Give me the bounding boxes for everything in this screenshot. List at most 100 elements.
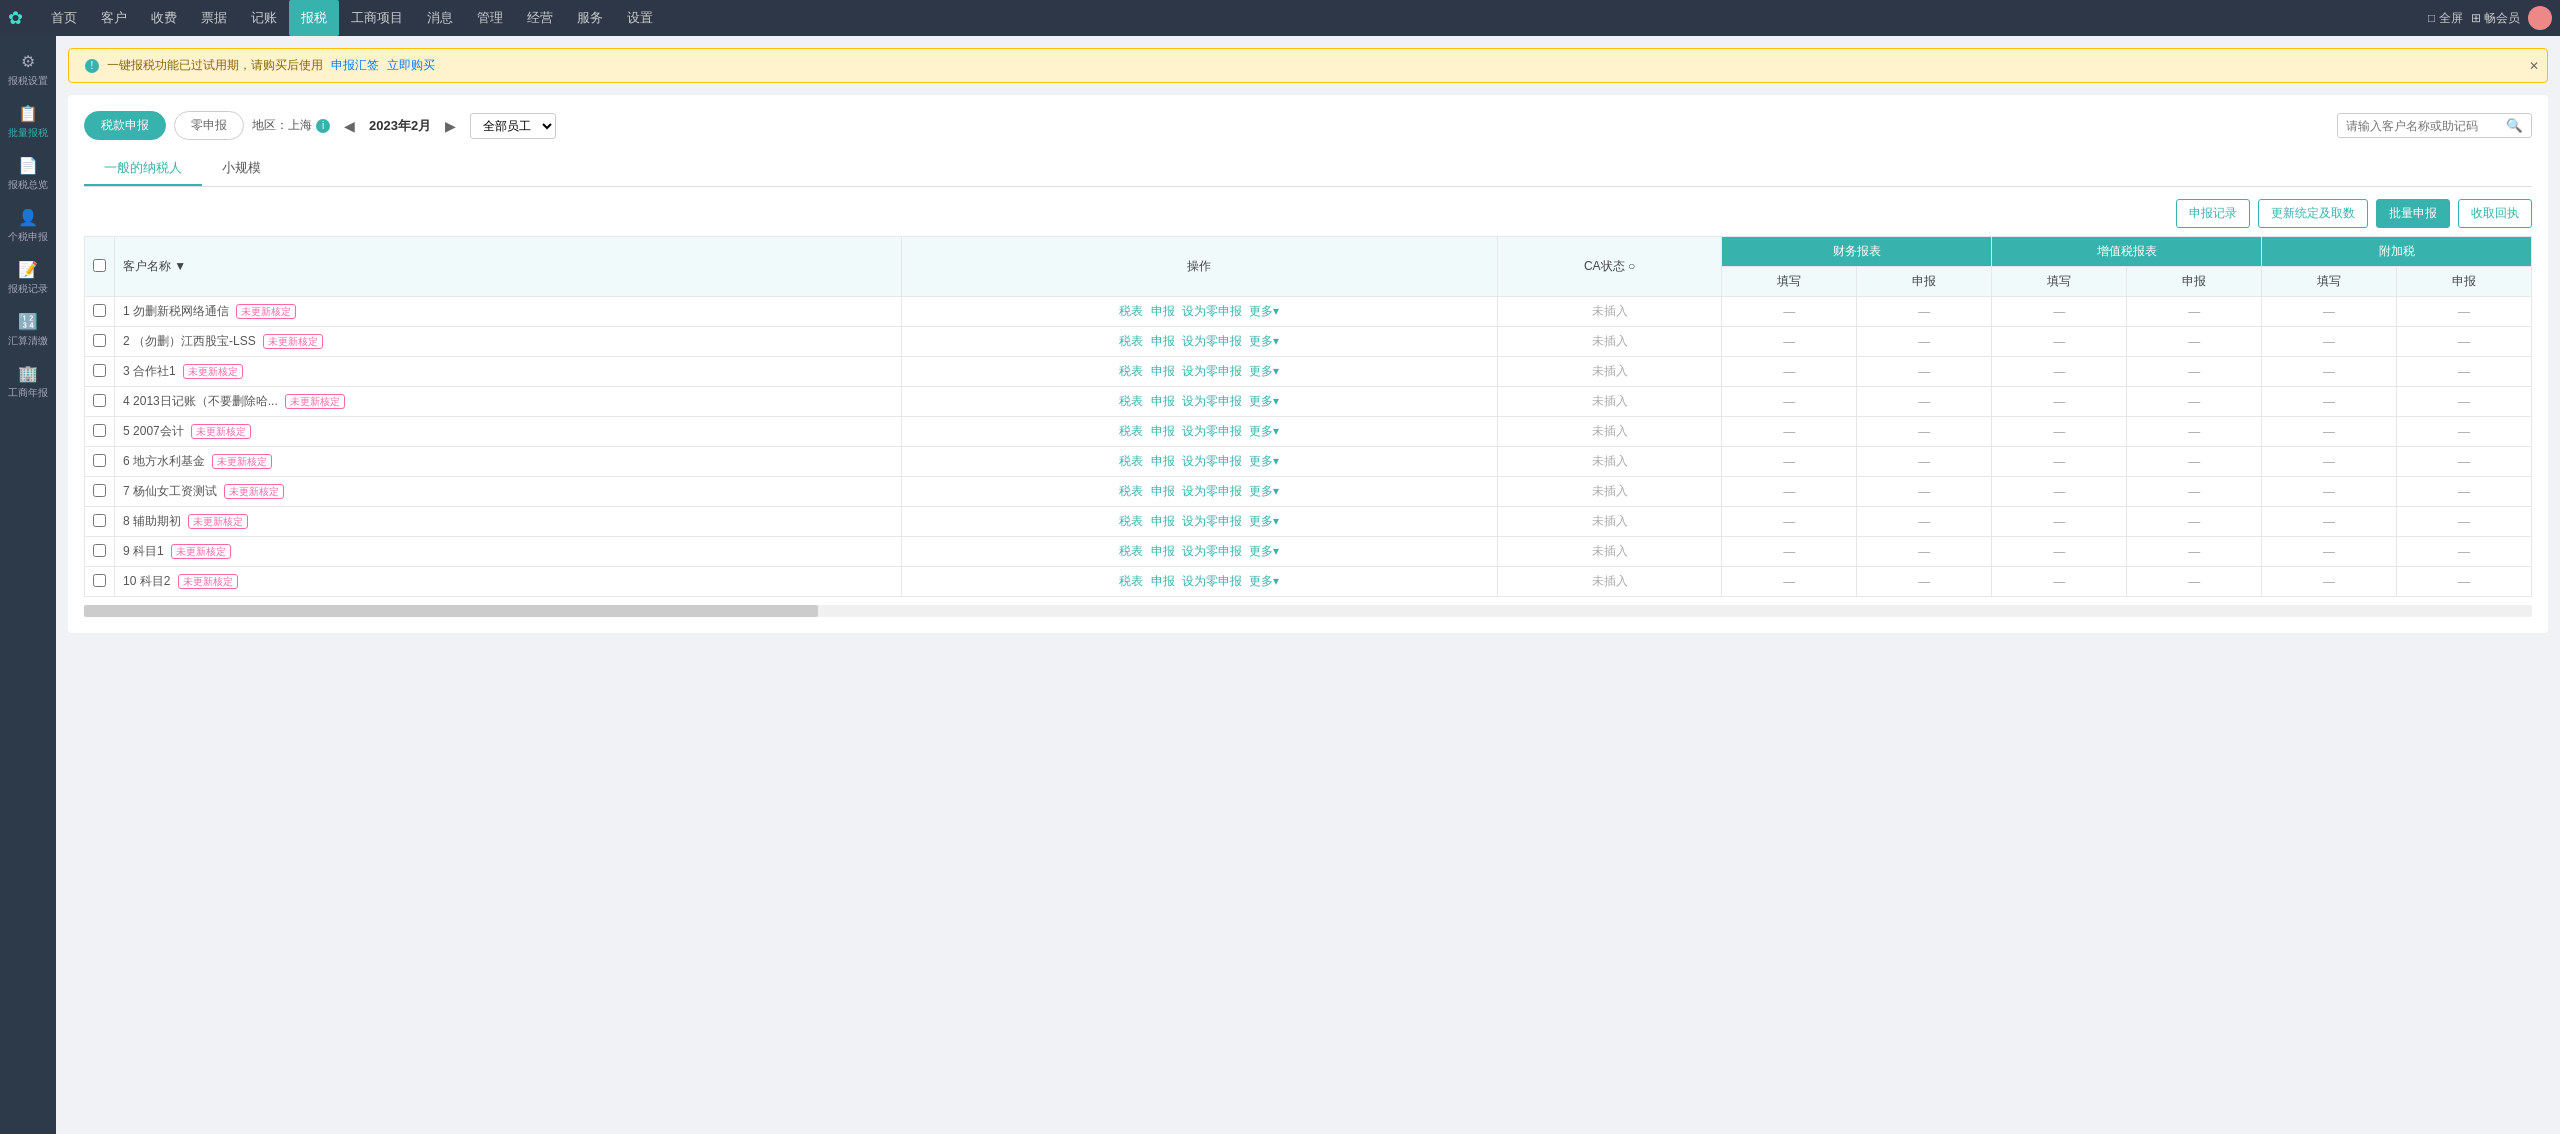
sidebar-item-个税申报[interactable]: 👤个税申报 [0,200,56,252]
op-申报-3[interactable]: 申报 [1151,394,1175,408]
region-info-icon[interactable]: i [316,119,330,133]
op-more-6[interactable]: 更多▾ [1249,484,1279,498]
select-all-checkbox[interactable] [93,259,106,272]
op-zeroreport-4[interactable]: 设为零申报 [1182,424,1242,438]
tag-unconfirmed-1: 未更新核定 [263,334,323,349]
nav-item-工商项目[interactable]: 工商项目 [339,0,415,36]
nav-item-票据[interactable]: 票据 [189,0,239,36]
nav-item-客户[interactable]: 客户 [89,0,139,36]
sidebar-item-批量报税[interactable]: 📋批量报税 [0,96,56,148]
op-taxform-2[interactable]: 税表 [1119,364,1143,378]
row-checkbox-4[interactable] [93,424,106,437]
op-taxform-5[interactable]: 税表 [1119,454,1143,468]
op-申报-6[interactable]: 申报 [1151,484,1175,498]
sidebar-item-报税总览[interactable]: 📄报税总览 [0,148,56,200]
更新统定及取数-btn[interactable]: 更新统定及取数 [2258,199,2368,228]
op-申报-9[interactable]: 申报 [1151,574,1175,588]
op-申报-5[interactable]: 申报 [1151,454,1175,468]
cell-add-report-1: — [2397,327,2532,357]
cell-tax-report-7: — [2127,507,2262,537]
申报记录-btn[interactable]: 申报记录 [2176,199,2250,228]
op-申报-4[interactable]: 申报 [1151,424,1175,438]
avatar[interactable] [2528,6,2552,30]
sidebar-item-工商年报[interactable]: 🏢工商年报 [0,356,56,408]
op-申报-8[interactable]: 申报 [1151,544,1175,558]
op-more-9[interactable]: 更多▾ [1249,574,1279,588]
search-button[interactable]: 🔍 [2498,114,2531,137]
row-checkbox-3[interactable] [93,394,106,407]
op-zeroreport-7[interactable]: 设为零申报 [1182,514,1242,528]
row-checkbox-2[interactable] [93,364,106,377]
op-more-8[interactable]: 更多▾ [1249,544,1279,558]
收取回执-btn[interactable]: 收取回执 [2458,199,2532,228]
banner-close-btn[interactable]: ✕ [2529,59,2539,73]
search-input[interactable] [2338,115,2498,137]
member-btn[interactable]: ⊞ 畅会员 [2471,10,2520,27]
op-zeroreport-6[interactable]: 设为零申报 [1182,484,1242,498]
op-more-7[interactable]: 更多▾ [1249,514,1279,528]
nav-item-服务[interactable]: 服务 [565,0,615,36]
op-zeroreport-3[interactable]: 设为零申报 [1182,394,1242,408]
op-taxform-1[interactable]: 税表 [1119,334,1143,348]
op-more-3[interactable]: 更多▾ [1249,394,1279,408]
horizontal-scrollbar[interactable] [84,605,2532,617]
op-taxform-8[interactable]: 税表 [1119,544,1143,558]
op-taxform-9[interactable]: 税表 [1119,574,1143,588]
nav-item-经营[interactable]: 经营 [515,0,565,36]
row-checkbox-0[interactable] [93,304,106,317]
op-taxform-0[interactable]: 税表 [1119,304,1143,318]
nav-item-记账[interactable]: 记账 [239,0,289,36]
sidebar-item-报税设置[interactable]: ⚙报税设置 [0,44,56,96]
row-checkbox-7[interactable] [93,514,106,527]
op-more-1[interactable]: 更多▾ [1249,334,1279,348]
tab-零申报[interactable]: 零申报 [174,111,244,140]
th-additional-tax-group: 附加税 [2262,237,2532,267]
op-zeroreport-5[interactable]: 设为零申报 [1182,454,1242,468]
op-more-4[interactable]: 更多▾ [1249,424,1279,438]
nav-item-消息[interactable]: 消息 [415,0,465,36]
op-zeroreport-9[interactable]: 设为零申报 [1182,574,1242,588]
cell-add-fill-4: — [2262,417,2397,447]
row-checkbox-8[interactable] [93,544,106,557]
sub-tab-一般纳税人[interactable]: 一般的纳税人 [84,152,202,186]
nav-item-设置[interactable]: 设置 [615,0,665,36]
op-zeroreport-1[interactable]: 设为零申报 [1182,334,1242,348]
banner-link-立即购买[interactable]: 立即购买 [387,57,435,74]
op-申报-1[interactable]: 申报 [1151,334,1175,348]
row-checkbox-6[interactable] [93,484,106,497]
nav-item-报税[interactable]: 报税 [289,0,339,36]
op-申报-0[interactable]: 申报 [1151,304,1175,318]
op-taxform-3[interactable]: 税表 [1119,394,1143,408]
sub-tab-小规模[interactable]: 小规模 [202,152,281,186]
op-zeroreport-8[interactable]: 设为零申报 [1182,544,1242,558]
nav-item-管理[interactable]: 管理 [465,0,515,36]
op-taxform-6[interactable]: 税表 [1119,484,1143,498]
sidebar-item-汇算清缴[interactable]: 🔢汇算清缴 [0,304,56,356]
banner-link-申报汇签[interactable]: 申报汇签 [331,57,379,74]
next-month-btn[interactable]: ▶ [439,116,462,136]
row-checkbox-9[interactable] [93,574,106,587]
批量申报-btn[interactable]: 批量申报 [2376,199,2450,228]
nav-item-收费[interactable]: 收费 [139,0,189,36]
cell-client-name-2: 3 合作社1 未更新核定 [115,357,902,387]
op-taxform-7[interactable]: 税表 [1119,514,1143,528]
op-taxform-4[interactable]: 税表 [1119,424,1143,438]
cell-ops-1: 税表 申报 设为零申报 更多▾ [901,327,1497,357]
tab-税款申报[interactable]: 税款申报 [84,111,166,140]
staff-select[interactable]: 全部员工 [470,113,556,139]
fullscreen-btn[interactable]: □ 全屏 [2428,10,2463,27]
op-more-5[interactable]: 更多▾ [1249,454,1279,468]
cell-tax-fill-8: — [1992,537,2127,567]
op-申报-7[interactable]: 申报 [1151,514,1175,528]
op-zeroreport-0[interactable]: 设为零申报 [1182,304,1242,318]
op-more-2[interactable]: 更多▾ [1249,364,1279,378]
op-more-0[interactable]: 更多▾ [1249,304,1279,318]
th-add-report: 申报 [2397,267,2532,297]
row-checkbox-1[interactable] [93,334,106,347]
op-申报-2[interactable]: 申报 [1151,364,1175,378]
row-checkbox-5[interactable] [93,454,106,467]
op-zeroreport-2[interactable]: 设为零申报 [1182,364,1242,378]
sidebar-item-报税记录[interactable]: 📝报税记录 [0,252,56,304]
nav-item-首页[interactable]: 首页 [39,0,89,36]
prev-month-btn[interactable]: ◀ [338,116,361,136]
